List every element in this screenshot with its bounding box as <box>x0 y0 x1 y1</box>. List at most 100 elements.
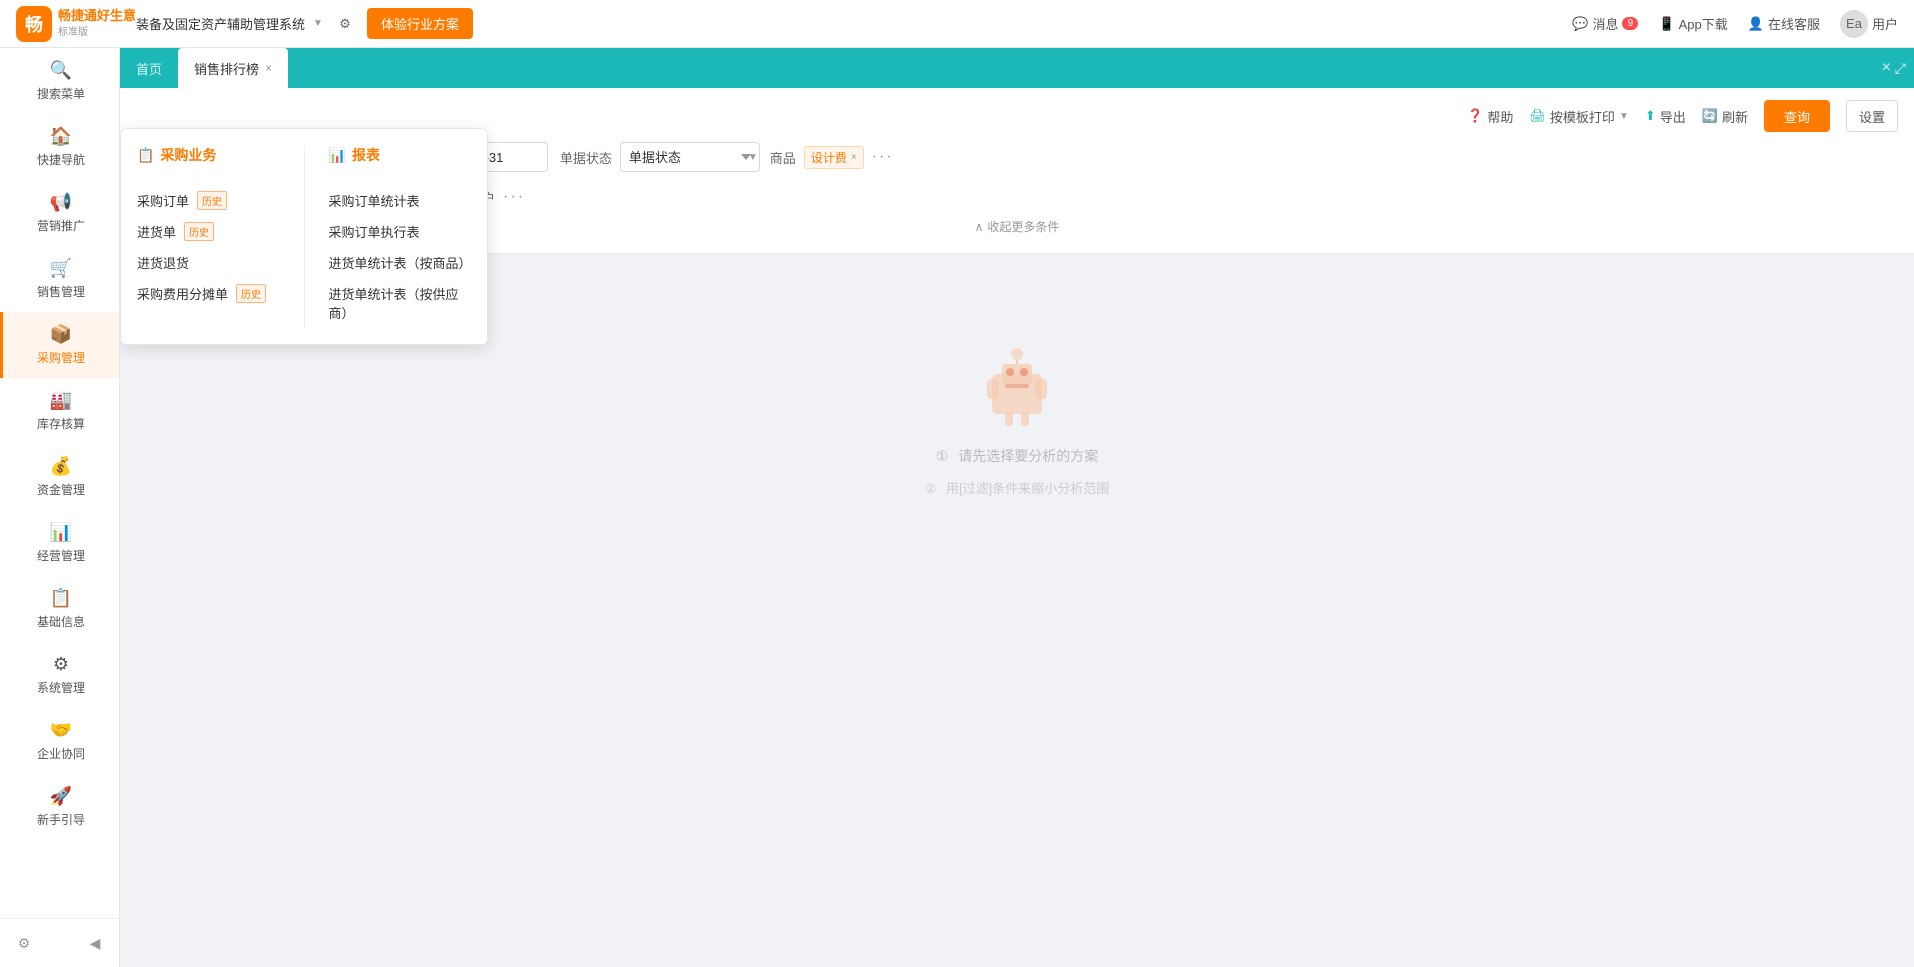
empty-hint-2: ② 用[过滤]条件来缩小分析范围 <box>925 478 1110 497</box>
online-service-action[interactable]: 👤 在线客服 <box>1748 14 1820 33</box>
sidebar-item-guide[interactable]: 🚀 新手引导 <box>0 774 119 840</box>
top-bar-right: 💬 消息 9 📱 App下载 👤 在线客服 Ea 用户 <box>1572 10 1898 38</box>
service-icon: 👤 <box>1748 16 1764 32</box>
sidebar-item-quicknav[interactable]: 🏠 快捷导航 <box>0 114 119 180</box>
tab-home[interactable]: 首页 <box>120 48 178 88</box>
purchase-report-title: 报表 <box>352 145 380 165</box>
sidebar-item-sales[interactable]: 🛒 销售管理 <box>0 246 119 312</box>
user-label: 用户 <box>1872 14 1898 33</box>
refresh-icon: 🔄 <box>1702 108 1718 124</box>
system-settings-icon[interactable]: ⚙ <box>331 10 359 38</box>
purchase-expense-label: 采购费用分摊单 <box>137 284 228 303</box>
purchase-receipt-history-badge: 历史 <box>184 222 214 241</box>
tab-window-close-icon[interactable]: × <box>1881 59 1890 77</box>
dropdown-item-purchase-expense[interactable]: 采购费用分摊单 历史 <box>137 278 280 309</box>
industry-btn[interactable]: 体验行业方案 <box>367 8 473 39</box>
dropdown-item-purchase-receipt[interactable]: 进货单 历史 <box>137 216 280 247</box>
sidebar-item-purchase[interactable]: 📦 采购管理 <box>0 312 119 378</box>
edition-label: 标准版 <box>58 26 136 40</box>
sidebar-settings-btn[interactable]: ⚙ <box>8 927 40 959</box>
product-tag-close-icon[interactable]: × <box>851 152 857 163</box>
sidebar-item-search[interactable]: 🔍 搜索菜单 <box>0 48 119 114</box>
purchase-business-title: 采购业务 <box>160 145 216 165</box>
help-icon: ❓ <box>1467 108 1483 124</box>
sidebar-item-marketing[interactable]: 📢 营销推广 <box>0 180 119 246</box>
purchase-order-label: 采购订单 <box>137 191 189 210</box>
sidebar-label-marketing: 营销推广 <box>37 217 85 234</box>
export-action[interactable]: ⬆ 导出 <box>1645 107 1686 126</box>
dropdown-item-report-receipt-supplier[interactable]: 进货单统计表（按供应商） <box>329 278 472 328</box>
logo-text: 畅捷通好生意 标准版 <box>58 7 136 39</box>
tab-sales-rank[interactable]: 销售排行榜 × <box>178 48 288 88</box>
purchase-report-header: 📊 报表 <box>329 145 472 173</box>
empty-hint-1: ① 请先选择要分析的方案 <box>936 446 1098 466</box>
top-bar-center: 装备及固定资产辅助管理系统 ▼ ⚙ 体验行业方案 <box>136 8 1572 39</box>
refresh-label: 刷新 <box>1722 107 1748 126</box>
purchase-receipt-label: 进货单 <box>137 222 176 241</box>
user-action[interactable]: Ea 用户 <box>1840 10 1898 38</box>
export-label: 导出 <box>1660 107 1686 126</box>
sidebar-item-inventory[interactable]: 🏭 库存核算 <box>0 378 119 444</box>
enterprise-icon: 🤝 <box>50 720 72 741</box>
sidebar-label-inventory: 库存核算 <box>37 415 85 432</box>
purchase-dropdown-menu: 📋 采购业务 采购订单 历史 进货单 历史 进货退货 <box>120 128 488 345</box>
purchase-return-label: 进货退货 <box>137 253 189 272</box>
message-action[interactable]: 💬 消息 9 <box>1572 14 1638 33</box>
help-action[interactable]: ❓ 帮助 <box>1467 107 1513 126</box>
sidebar-label-search: 搜索菜单 <box>37 85 85 102</box>
avatar-text: Ea <box>1846 16 1862 31</box>
product-tag: 设计费 × <box>804 146 864 169</box>
purchase-report-icon: 📊 <box>329 147 346 164</box>
dropdown-divider <box>304 145 305 328</box>
guide-icon: 🚀 <box>50 786 72 807</box>
print-action[interactable]: 🖨 按模板打印 ▼ <box>1529 107 1628 126</box>
collapse-label: 收起更多条件 <box>987 218 1059 235</box>
query-btn[interactable]: 查询 <box>1764 100 1830 132</box>
top-bar: 畅 畅捷通好生意 标准版 装备及固定资产辅助管理系统 ▼ ⚙ 体验行业方案 💬 … <box>0 0 1914 48</box>
product-more-icon[interactable]: ··· <box>872 148 894 166</box>
report-receipt-supplier-label: 进货单统计表（按供应商） <box>329 284 472 322</box>
system-icon: ⚙ <box>53 654 69 675</box>
message-label: 消息 <box>1592 14 1618 33</box>
dropdown-item-report-order[interactable]: 采购订单统计表 <box>329 185 472 216</box>
purchase-business-col: 📋 采购业务 采购订单 历史 进货单 历史 进货退货 <box>137 145 280 328</box>
sidebar-label-sales: 销售管理 <box>37 283 85 300</box>
online-service-label: 在线客服 <box>1768 14 1820 33</box>
message-icon: 💬 <box>1572 16 1588 32</box>
sidebar-item-operation[interactable]: 📊 经营管理 <box>0 510 119 576</box>
collapse-arrow-icon: ∧ <box>975 220 984 234</box>
customer-more-icon[interactable]: ··· <box>503 188 525 206</box>
sidebar-item-enterprise[interactable]: 🤝 企业协同 <box>0 708 119 774</box>
sidebar-item-system[interactable]: ⚙ 系统管理 <box>0 642 119 708</box>
dropdown-item-report-order-detail[interactable]: 采购订单执行表 <box>329 216 472 247</box>
avatar: Ea <box>1840 10 1868 38</box>
basic-icon: 📋 <box>50 588 72 609</box>
sidebar-collapse-btn[interactable]: ◀ <box>79 927 111 959</box>
sidebar-label-basic: 基础信息 <box>37 613 85 630</box>
sidebar-item-basic[interactable]: 📋 基础信息 <box>0 576 119 642</box>
sidebar-bottom: ⚙ ◀ <box>0 918 119 967</box>
tab-close-icon[interactable]: × <box>265 61 272 75</box>
report-order-label: 采购订单统计表 <box>329 191 420 210</box>
order-status-filter-group: 单据状态 单据状态 ▼ <box>560 142 758 172</box>
help-label: 帮助 <box>1487 107 1513 126</box>
operation-icon: 📊 <box>50 522 72 543</box>
search-icon: 🔍 <box>50 60 72 81</box>
refresh-action[interactable]: 🔄 刷新 <box>1702 107 1748 126</box>
order-status-select[interactable]: 单据状态 <box>620 142 760 172</box>
tab-window-max-icon[interactable]: ⤢ <box>1895 60 1906 77</box>
sidebar-item-finance[interactable]: 💰 资金管理 <box>0 444 119 510</box>
purchase-expense-history-badge: 历史 <box>236 284 266 303</box>
print-dropdown-icon[interactable]: ▼ <box>1619 111 1629 122</box>
app-download-label: App下载 <box>1679 14 1728 33</box>
app-download-action[interactable]: 📱 App下载 <box>1658 14 1727 33</box>
product-tag-text: 设计费 <box>811 149 847 166</box>
sidebar-label-guide: 新手引导 <box>37 811 85 828</box>
dropdown-item-purchase-return[interactable]: 进货退货 <box>137 247 280 278</box>
settings-btn[interactable]: 设置 <box>1846 100 1898 132</box>
system-dropdown-arrow[interactable]: ▼ <box>313 18 323 29</box>
product-label: 商品 <box>770 148 796 167</box>
content-area: 首页 销售排行榜 × × ⤢ ❓ 帮助 <box>120 48 1914 967</box>
dropdown-item-report-receipt-product[interactable]: 进货单统计表（按商品） <box>329 247 472 278</box>
dropdown-item-purchase-order[interactable]: 采购订单 历史 <box>137 185 280 216</box>
